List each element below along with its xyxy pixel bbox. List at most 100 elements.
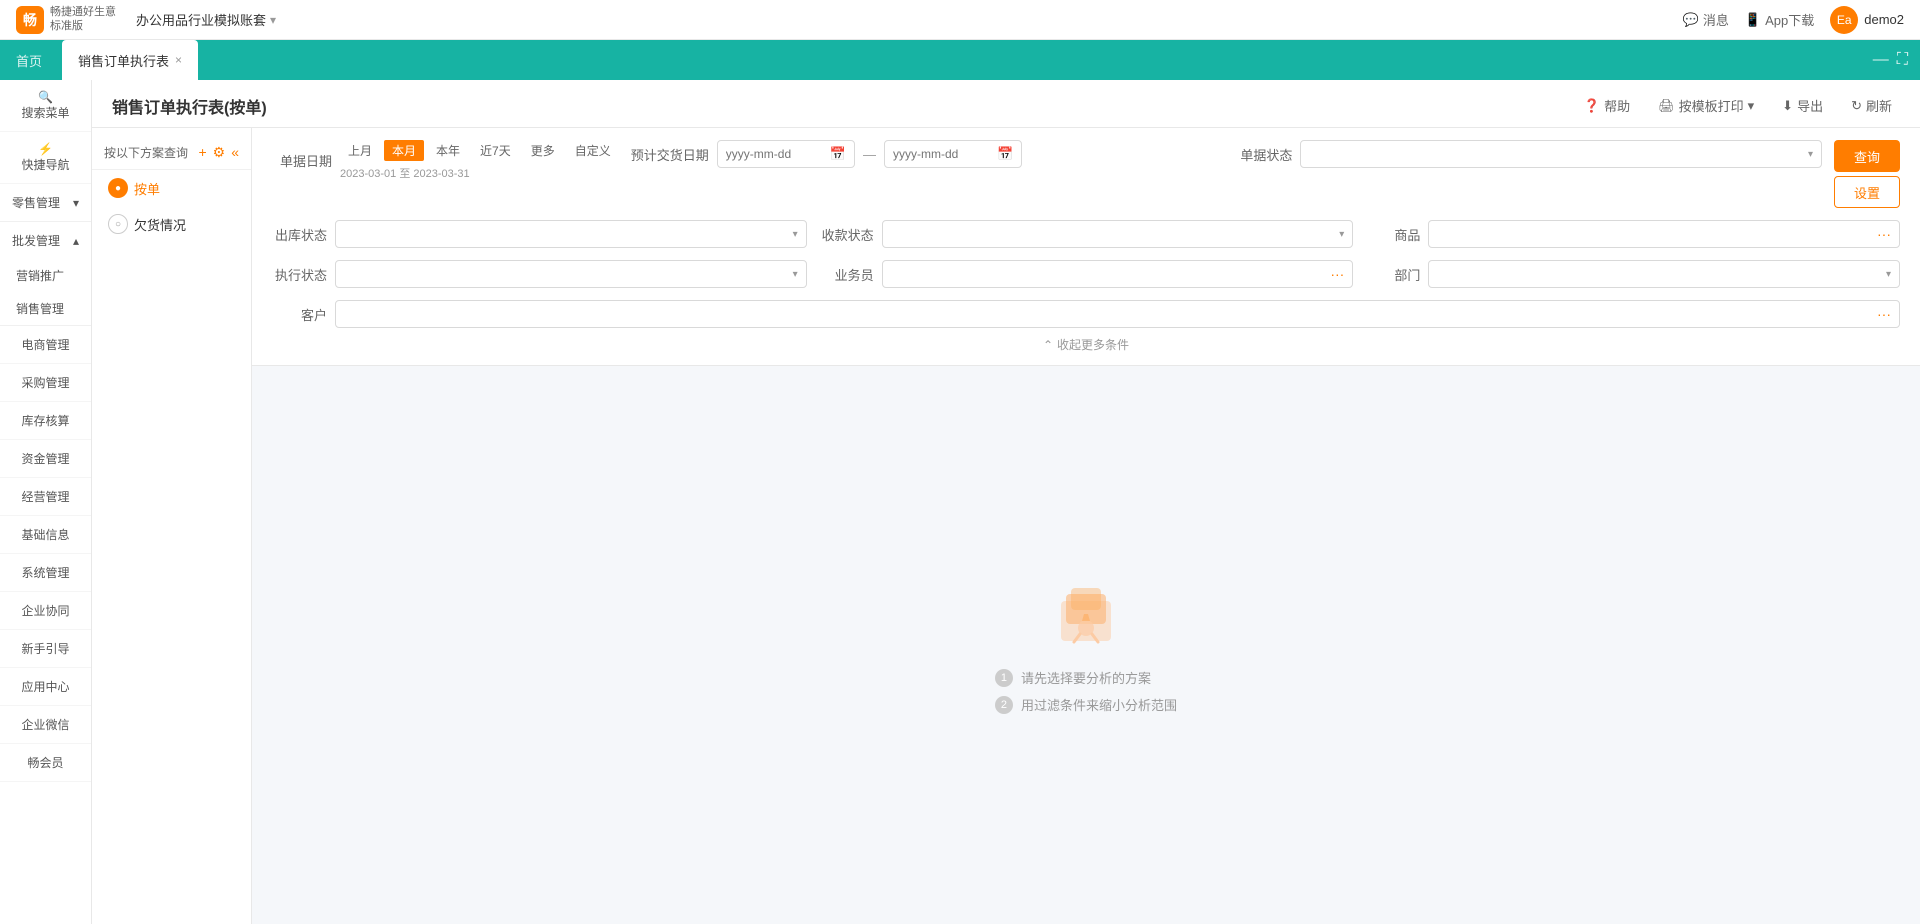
logo-area: 畅 畅捷通好生意 标准版 xyxy=(16,6,116,34)
date-label: 单据日期 xyxy=(272,151,332,170)
sidebar-sub-item-marketing[interactable]: 营销推广 xyxy=(0,259,91,292)
sidebar-item-search[interactable]: 🔍 搜索菜单 xyxy=(0,80,91,132)
exec-status-select[interactable]: ▾ xyxy=(335,260,807,288)
date-range-text: 2023-03-01 至 2023-03-31 xyxy=(340,165,619,181)
sidebar-item-enterprise[interactable]: 企业协同 xyxy=(0,592,91,630)
inner-layout: 按以下方案查询 + ⚙ « ● 按单 ○ 欠货情况 xyxy=(92,128,1920,924)
print-arrow-icon: ▾ xyxy=(1748,98,1755,114)
status-chevron-icon: ▾ xyxy=(1808,149,1813,160)
sidebar-item-inventory[interactable]: 库存核算 xyxy=(0,402,91,440)
date-tab-more[interactable]: 更多 xyxy=(523,140,563,161)
expected-date-end-input[interactable]: 📅 xyxy=(884,140,1022,168)
tab-sales-order[interactable]: 销售订单执行表 × xyxy=(62,40,198,80)
customer-input[interactable]: ··· xyxy=(335,300,1900,328)
tip-num-2: 2 xyxy=(995,696,1013,714)
export-button[interactable]: ⬇ 导出 xyxy=(1774,92,1831,119)
settings-button[interactable]: 设置 xyxy=(1834,176,1900,208)
collapse-icon: ⌃ xyxy=(1043,338,1053,352)
settings-scheme-button[interactable]: ⚙ xyxy=(213,144,226,161)
print-button[interactable]: 🖨 按模板打印 ▾ xyxy=(1650,92,1762,119)
tab-maximize-icon[interactable]: ⛶ xyxy=(1897,51,1908,69)
sidebar-item-retail[interactable]: 零售管理 ▾ xyxy=(0,184,91,221)
tab-bar-actions: — ⛶ xyxy=(1873,51,1920,69)
receipt-status-select[interactable]: ▾ xyxy=(882,220,1354,248)
date-tab-this-year[interactable]: 本年 xyxy=(428,140,468,161)
message-button[interactable]: 💬 消息 xyxy=(1683,10,1729,29)
sidebar-item-appcenter[interactable]: 应用中心 xyxy=(0,668,91,706)
download-icon: 📱 xyxy=(1745,12,1761,28)
add-scheme-button[interactable]: + xyxy=(198,144,206,161)
sidebar-item-newguide[interactable]: 新手引导 xyxy=(0,630,91,668)
sidebar-item-quicknav[interactable]: ⚡ 快捷导航 xyxy=(0,132,91,184)
empty-tip-2: 2 用过滤条件来缩小分析范围 xyxy=(995,695,1177,714)
logo-icon: 畅 xyxy=(16,6,44,34)
export-icon: ⬇ xyxy=(1782,98,1793,114)
sidebar-item-purchase[interactable]: 采购管理 xyxy=(0,364,91,402)
filter-panel: 单据日期 上月 本月 本年 近7天 更多 自定义 20 xyxy=(252,128,1920,366)
page-header-actions: ❓ 帮助 🖨 按模板打印 ▾ ⬇ 导出 ↻ 刷新 xyxy=(1576,92,1900,119)
out-status-chevron-icon: ▾ xyxy=(793,229,798,240)
tab-minimize-icon[interactable]: — xyxy=(1873,51,1889,69)
expected-date-start-input[interactable]: 📅 xyxy=(717,140,855,168)
filter-dept: 部门 ▾ xyxy=(1365,260,1900,288)
sidebar-item-ecommerce[interactable]: 电商管理 xyxy=(0,326,91,364)
scheme-item-by-order[interactable]: ● 按单 xyxy=(92,170,251,206)
query-button[interactable]: 查询 xyxy=(1834,140,1900,172)
collapse-panel-button[interactable]: « xyxy=(231,144,239,161)
filter-out-status: 出库状态 ▾ xyxy=(272,220,807,248)
collapse-button[interactable]: ⌃ 收起更多条件 xyxy=(272,336,1900,353)
calendar-end-icon: 📅 xyxy=(997,146,1013,162)
salesperson-input[interactable]: ··· xyxy=(882,260,1354,288)
scheme-icon-inactive: ○ xyxy=(108,214,128,234)
date-tab-last7[interactable]: 近7天 xyxy=(472,140,519,161)
wholesale-chevron-icon: ▴ xyxy=(73,234,79,248)
sidebar-item-operations[interactable]: 经营管理 xyxy=(0,478,91,516)
tab-bar: 首页 销售订单执行表 × — ⛶ xyxy=(0,40,1920,80)
tab-home[interactable]: 首页 xyxy=(0,40,58,80)
help-button[interactable]: ❓ 帮助 xyxy=(1576,92,1638,119)
goods-input[interactable]: ··· xyxy=(1428,220,1900,248)
avatar: Ea xyxy=(1830,6,1858,34)
main-layout: 🔍 搜索菜单 ⚡ 快捷导航 零售管理 ▾ 批发管理 ▴ 营销推广 销售管理 xyxy=(0,80,1920,924)
empty-illustration xyxy=(1046,576,1126,656)
date-tab-this-month[interactable]: 本月 xyxy=(384,140,424,161)
scheme-icon-active: ● xyxy=(108,178,128,198)
print-icon: 🖨 xyxy=(1658,98,1675,114)
exec-status-chevron-icon: ▾ xyxy=(793,269,798,280)
sidebar-item-finance[interactable]: 资金管理 xyxy=(0,440,91,478)
sidebar-section-wholesale: 批发管理 ▴ 营销推广 销售管理 xyxy=(0,222,91,326)
dept-select[interactable]: ▾ xyxy=(1428,260,1900,288)
left-panel: 按以下方案查询 + ⚙ « ● 按单 ○ 欠货情况 xyxy=(92,128,252,924)
filter-goods: 商品 ··· xyxy=(1365,220,1900,248)
scheme-item-shortage[interactable]: ○ 欠货情况 xyxy=(92,206,251,242)
sidebar-item-wholesale[interactable]: 批发管理 ▴ xyxy=(0,222,91,259)
customer-dots-icon: ··· xyxy=(1877,306,1891,322)
date-tab-last-month[interactable]: 上月 xyxy=(340,140,380,161)
date-separator: — xyxy=(863,147,876,162)
receipt-status-chevron-icon: ▾ xyxy=(1339,229,1344,240)
filter-receipt-status: 收款状态 ▾ xyxy=(819,220,1354,248)
calendar-icon: 📅 xyxy=(830,146,846,162)
tab-close-icon[interactable]: × xyxy=(175,53,182,67)
sidebar-item-system[interactable]: 系统管理 xyxy=(0,554,91,592)
sidebar-sub-item-sales[interactable]: 销售管理 xyxy=(0,292,91,325)
status-select[interactable]: ▾ xyxy=(1300,140,1822,168)
sidebar-item-wechat[interactable]: 企业微信 xyxy=(0,706,91,744)
left-panel-header: 按以下方案查询 + ⚙ « xyxy=(92,136,251,170)
top-bar: 畅 畅捷通好生意 标准版 办公用品行业模拟账套 ▾ 💬 消息 📱 App下载 E… xyxy=(0,0,1920,40)
tip-num-1: 1 xyxy=(995,669,1013,687)
search-icon: 🔍 xyxy=(38,90,53,104)
out-status-select[interactable]: ▾ xyxy=(335,220,807,248)
sidebar-item-basics[interactable]: 基础信息 xyxy=(0,516,91,554)
date-tab-custom[interactable]: 自定义 xyxy=(567,140,619,161)
refresh-button[interactable]: ↻ 刷新 xyxy=(1843,92,1900,119)
help-icon: ❓ xyxy=(1584,98,1600,114)
right-content: 单据日期 上月 本月 本年 近7天 更多 自定义 20 xyxy=(252,128,1920,924)
breadcrumb-arrow-icon[interactable]: ▾ xyxy=(270,13,276,27)
sidebar: 🔍 搜索菜单 ⚡ 快捷导航 零售管理 ▾ 批发管理 ▴ 营销推广 销售管理 xyxy=(0,80,92,924)
app-download-button[interactable]: 📱 App下载 xyxy=(1745,10,1814,29)
salesperson-dots-icon: ··· xyxy=(1330,266,1344,282)
user-info[interactable]: Ea demo2 xyxy=(1830,6,1904,34)
sidebar-item-member[interactable]: 畅会员 xyxy=(0,744,91,782)
top-bar-right: 💬 消息 📱 App下载 Ea demo2 xyxy=(1683,6,1904,34)
